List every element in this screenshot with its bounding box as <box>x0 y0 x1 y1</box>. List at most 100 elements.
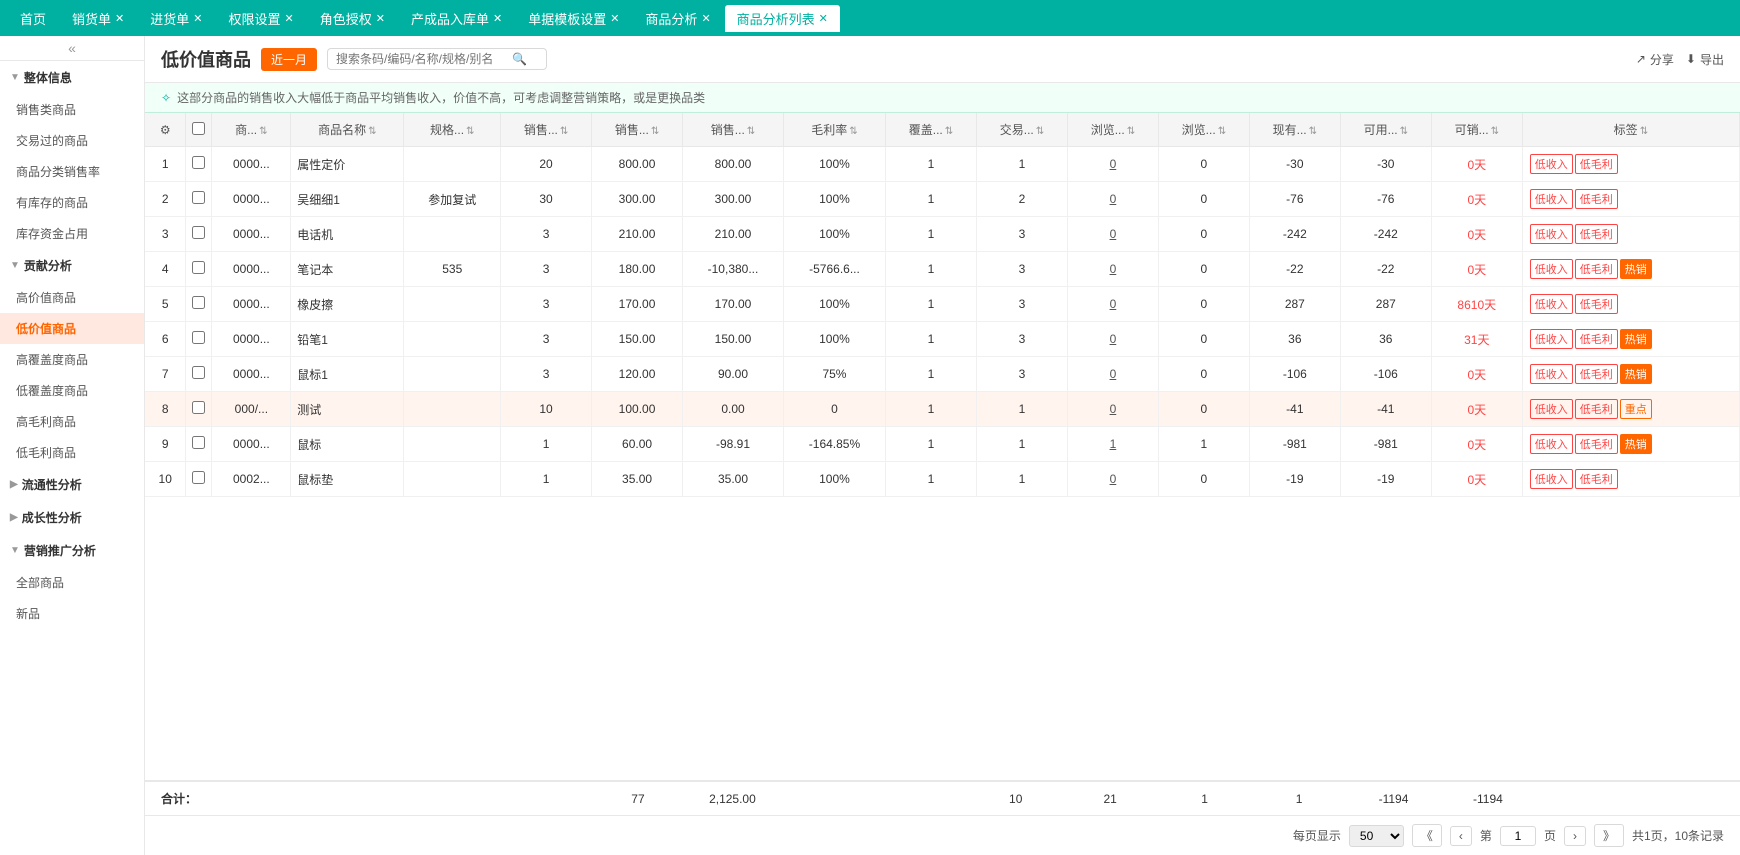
nav-product-entry[interactable]: 产成品入库单 ✕ <box>399 5 514 32</box>
sidebar-item-low-coverage[interactable]: 低覆盖度商品 <box>0 375 144 406</box>
row-check-8[interactable] <box>192 401 205 414</box>
tags-col-header[interactable]: 标签⇅ <box>1522 113 1739 147</box>
last-page-button[interactable]: 》 <box>1594 824 1624 847</box>
nav-permissions-close[interactable]: ✕ <box>285 12 294 25</box>
sidebar-item-low-margin[interactable]: 低毛利商品 <box>0 437 144 468</box>
search-icon[interactable]: 🔍 <box>512 52 527 66</box>
nav-product-analysis-close[interactable]: ✕ <box>701 12 710 25</box>
views1-value[interactable]: 0 <box>1110 332 1117 346</box>
nav-product-list[interactable]: 商品分析列表 ✕ <box>725 5 840 32</box>
profit-col-header[interactable]: 毛利率⇅ <box>783 113 885 147</box>
page-number-input[interactable] <box>1500 826 1536 846</box>
row-check-1[interactable] <box>192 156 205 169</box>
row-views1-6[interactable]: 0 <box>1067 322 1158 357</box>
sellable-col-header[interactable]: 可销...⇅ <box>1431 113 1522 147</box>
row-views1-7[interactable]: 0 <box>1067 357 1158 392</box>
sidebar-group-contribution[interactable]: ▼ 贡献分析 <box>0 249 144 282</box>
nav-purchase-close[interactable]: ✕ <box>193 12 202 25</box>
current-stock-col-header[interactable]: 现有...⇅ <box>1249 113 1340 147</box>
time-filter-button[interactable]: 近一月 <box>261 48 317 71</box>
row-checkbox-3[interactable] <box>186 217 212 252</box>
row-checkbox-4[interactable] <box>186 252 212 287</box>
nav-sales[interactable]: 销货单 ✕ <box>60 5 136 32</box>
code-col-header[interactable]: 商...⇅ <box>212 113 291 147</box>
row-checkbox-8[interactable] <box>186 392 212 427</box>
nav-purchase[interactable]: 进货单 ✕ <box>138 5 214 32</box>
next-page-button[interactable]: › <box>1564 826 1586 846</box>
search-input[interactable] <box>336 52 506 66</box>
row-views1-9[interactable]: 1 <box>1067 427 1158 462</box>
row-checkbox-1[interactable] <box>186 147 212 182</box>
views1-value[interactable]: 0 <box>1110 297 1117 311</box>
row-views1-4[interactable]: 0 <box>1067 252 1158 287</box>
row-check-7[interactable] <box>192 366 205 379</box>
row-checkbox-9[interactable] <box>186 427 212 462</box>
sidebar-item-stock-products[interactable]: 有库存的商品 <box>0 187 144 218</box>
sidebar-collapse-button[interactable]: « <box>0 36 144 61</box>
row-checkbox-2[interactable] <box>186 182 212 217</box>
sidebar-item-new-products[interactable]: 新品 <box>0 598 144 629</box>
share-button[interactable]: ↗ 分享 <box>1636 51 1674 68</box>
row-checkbox-10[interactable] <box>186 462 212 497</box>
nav-product-entry-close[interactable]: ✕ <box>493 12 502 25</box>
sidebar-group-overall[interactable]: ▼ 整体信息 <box>0 61 144 94</box>
row-check-10[interactable] <box>192 471 205 484</box>
qty-col-header[interactable]: 销售...⇅ <box>501 113 592 147</box>
coverage-col-header[interactable]: 覆盖...⇅ <box>885 113 976 147</box>
name-col-header[interactable]: 商品名称⇅ <box>291 113 404 147</box>
row-views1-5[interactable]: 0 <box>1067 287 1158 322</box>
available-stock-col-header[interactable]: 可用...⇅ <box>1340 113 1431 147</box>
trans-col-header[interactable]: 交易...⇅ <box>976 113 1067 147</box>
sidebar-item-sales-products[interactable]: 销售类商品 <box>0 94 144 125</box>
sidebar-group-growth[interactable]: ▶ 成长性分析 <box>0 501 144 534</box>
nav-permissions[interactable]: 权限设置 ✕ <box>216 5 305 32</box>
row-check-2[interactable] <box>192 191 205 204</box>
sidebar-item-stock-capital[interactable]: 库存资金占用 <box>0 218 144 249</box>
nav-product-list-close[interactable]: ✕ <box>819 12 828 25</box>
row-check-5[interactable] <box>192 296 205 309</box>
row-check-6[interactable] <box>192 331 205 344</box>
views1-value[interactable]: 0 <box>1110 192 1117 206</box>
sidebar-item-high-margin[interactable]: 高毛利商品 <box>0 406 144 437</box>
nav-product-analysis[interactable]: 商品分析 ✕ <box>633 5 722 32</box>
row-check-4[interactable] <box>192 261 205 274</box>
sidebar-group-marketing[interactable]: ▼ 营销推广分析 <box>0 534 144 567</box>
nav-template[interactable]: 单据模板设置 ✕ <box>516 5 631 32</box>
row-views1-3[interactable]: 0 <box>1067 217 1158 252</box>
row-views1-1[interactable]: 0 <box>1067 147 1158 182</box>
row-checkbox-7[interactable] <box>186 357 212 392</box>
views2-col-header[interactable]: 浏览...⇅ <box>1158 113 1249 147</box>
sidebar-item-category-sales-rate[interactable]: 商品分类销售率 <box>0 156 144 187</box>
sidebar-item-traded-products[interactable]: 交易过的商品 <box>0 125 144 156</box>
row-checkbox-6[interactable] <box>186 322 212 357</box>
nav-home[interactable]: 首页 <box>8 5 58 32</box>
amount-col-header[interactable]: 销售...⇅ <box>592 113 683 147</box>
nav-template-close[interactable]: ✕ <box>610 12 619 25</box>
sidebar-item-high-value[interactable]: 高价值商品 <box>0 282 144 313</box>
row-check-9[interactable] <box>192 436 205 449</box>
views1-value[interactable]: 0 <box>1110 157 1117 171</box>
views1-value[interactable]: 0 <box>1110 227 1117 241</box>
nav-sales-close[interactable]: ✕ <box>115 12 124 25</box>
per-page-select[interactable]: 50 100 200 <box>1349 825 1404 847</box>
select-all-checkbox[interactable] <box>192 122 205 135</box>
row-checkbox-5[interactable] <box>186 287 212 322</box>
views1-value[interactable]: 0 <box>1110 262 1117 276</box>
avg-col-header[interactable]: 销售...⇅ <box>683 113 784 147</box>
nav-roles-close[interactable]: ✕ <box>376 12 385 25</box>
sidebar-item-low-value[interactable]: 低价值商品 <box>0 313 144 344</box>
row-views1-2[interactable]: 0 <box>1067 182 1158 217</box>
views1-value[interactable]: 0 <box>1110 472 1117 486</box>
table-container[interactable]: ⚙ 商...⇅ 商品名称⇅ 规格...⇅ 销售...⇅ 销售...⇅ 销售...… <box>145 113 1740 780</box>
export-button[interactable]: ⬇ 导出 <box>1686 51 1724 68</box>
sidebar-item-all-products[interactable]: 全部商品 <box>0 567 144 598</box>
spec-col-header[interactable]: 规格...⇅ <box>404 113 501 147</box>
views1-value[interactable]: 0 <box>1110 367 1117 381</box>
checkbox-col-header[interactable] <box>186 113 212 147</box>
nav-roles[interactable]: 角色授权 ✕ <box>308 5 397 32</box>
row-views1-10[interactable]: 0 <box>1067 462 1158 497</box>
views1-value[interactable]: 1 <box>1110 437 1117 451</box>
views1-col-header[interactable]: 浏览...⇅ <box>1067 113 1158 147</box>
prev-page-button[interactable]: ‹ <box>1450 826 1472 846</box>
row-views1-8[interactable]: 0 <box>1067 392 1158 427</box>
